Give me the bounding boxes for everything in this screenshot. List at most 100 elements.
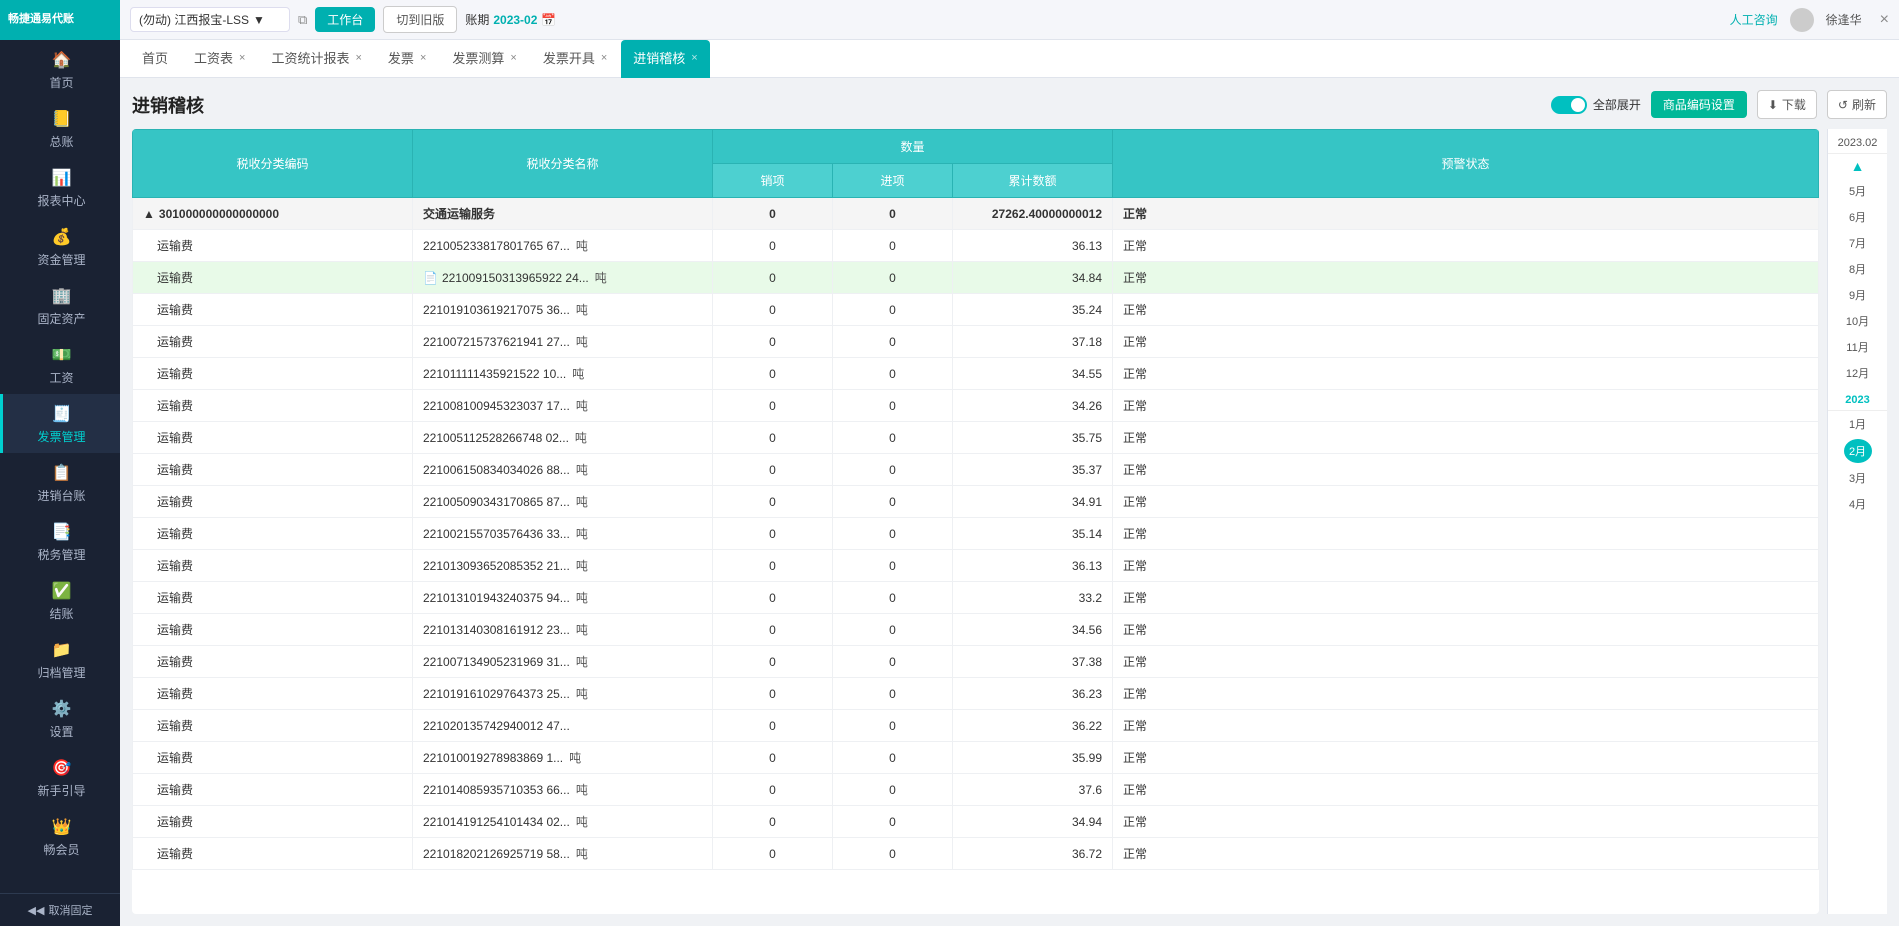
sidebar-label-archive: 归档管理 bbox=[37, 664, 85, 681]
cell-status: 正常 bbox=[1113, 582, 1819, 614]
expand-icon[interactable]: ▲ bbox=[143, 207, 155, 221]
cell-status: 正常 bbox=[1113, 614, 1819, 646]
sidebar-item-settings[interactable]: ⚙️设置 bbox=[0, 689, 120, 748]
cal-up-nav[interactable]: ▲ bbox=[1849, 154, 1867, 178]
cell-item-name: 运输费 bbox=[133, 614, 413, 646]
tab-label: 发票 bbox=[388, 48, 414, 67]
cal-month[interactable]: 7月 bbox=[1828, 230, 1887, 256]
sidebar-item-purchase[interactable]: 📋 进销台账 bbox=[0, 453, 120, 512]
tab-close-icon[interactable]: × bbox=[510, 52, 516, 64]
sidebar-label-invoice: 发票管理 bbox=[37, 428, 85, 445]
cal-month-3[interactable]: 3月 bbox=[1828, 465, 1887, 491]
sidebar-icon-capital: 💰 bbox=[52, 227, 72, 247]
cell-status: 正常 bbox=[1113, 358, 1819, 390]
table-row: 运输费 221020135742940012 47... 0 0 36.22 正… bbox=[133, 710, 1819, 742]
cell-invoice-no: 221013140308161912 23...吨 bbox=[413, 614, 713, 646]
cal-month[interactable]: 6月 bbox=[1828, 204, 1887, 230]
cal-month[interactable]: 8月 bbox=[1828, 256, 1887, 282]
sidebar: 畅捷通易代账 🏠首页📒总账📊报表中心💰资金管理🏢固定资产💵工资🧾发票管理📋进销台… bbox=[0, 0, 120, 926]
cell-invoice-no: 221002155703576436 33...吨 bbox=[413, 518, 713, 550]
sidebar-item-tax[interactable]: 📑税务管理 bbox=[0, 512, 120, 571]
cell-total-qty: 34.91 bbox=[953, 486, 1113, 518]
sidebar-item-capital[interactable]: 💰 资金管理 bbox=[0, 217, 120, 276]
topbar-close[interactable]: × bbox=[1880, 11, 1889, 29]
settings-button[interactable]: 商品编码设置 bbox=[1651, 91, 1747, 118]
file-icon: 📄 bbox=[423, 271, 438, 285]
sidebar-item-member[interactable]: 👑畅会员 bbox=[0, 807, 120, 866]
cell-status: 正常 bbox=[1113, 742, 1819, 774]
sidebar-icon-purchase: 📋 bbox=[52, 463, 72, 483]
sidebar-label-settle: 结账 bbox=[49, 605, 73, 622]
cell-invoice-no: 221014085935710353 66...吨 bbox=[413, 774, 713, 806]
cal-month[interactable]: 11月 bbox=[1828, 334, 1887, 360]
sidebar-label-capital: 资金管理 bbox=[37, 251, 85, 268]
tab-工资表[interactable]: 工资表× bbox=[182, 40, 257, 78]
cell-invoice-no: 221005090343170865 87...吨 bbox=[413, 486, 713, 518]
cal-month[interactable]: 12月 bbox=[1828, 360, 1887, 386]
download-button[interactable]: ⬇ 下载 bbox=[1757, 90, 1817, 119]
cell-sale-qty: 0 bbox=[713, 582, 833, 614]
sidebar-item-ledger[interactable]: 📒总账 bbox=[0, 99, 120, 158]
sidebar-item-report[interactable]: 📊报表中心 bbox=[0, 158, 120, 217]
tab-close-icon[interactable]: × bbox=[355, 52, 361, 64]
unpin-label: 取消固定 bbox=[48, 902, 92, 918]
cal-month-2[interactable]: 2月 bbox=[1844, 439, 1872, 463]
company-selector[interactable]: (勿动) 江西报宝-LSS ▼ bbox=[130, 7, 290, 32]
cell-total-qty: 37.6 bbox=[953, 774, 1113, 806]
copy-icon[interactable]: ⧉ bbox=[298, 12, 307, 28]
sidebar-icon-salary: 💵 bbox=[52, 345, 72, 365]
tab-工资统计报表[interactable]: 工资统计报表× bbox=[259, 40, 373, 78]
th-total-qty: 累计数额 bbox=[953, 164, 1113, 198]
tab-首页[interactable]: 首页 bbox=[130, 40, 180, 78]
tab-close-icon[interactable]: × bbox=[691, 52, 697, 64]
table-row: 运输费 221019103619217075 36...吨 0 0 35.24 … bbox=[133, 294, 1819, 326]
sidebar-item-invoice[interactable]: 🧾发票管理 bbox=[0, 394, 120, 453]
cell-total-qty: 37.18 bbox=[953, 326, 1113, 358]
table-row: 运输费 221005233817801765 67...吨 0 0 36.13 … bbox=[133, 230, 1819, 262]
tab-close-icon[interactable]: × bbox=[420, 52, 426, 64]
page-actions: 全部展开 商品编码设置 ⬇ 下载 ↺ 刷新 bbox=[1551, 90, 1887, 119]
cal-month-4[interactable]: 4月 bbox=[1828, 491, 1887, 517]
calendar-icon[interactable]: 📅 bbox=[541, 13, 556, 27]
cell-status: 正常 bbox=[1113, 678, 1819, 710]
switch-version-button[interactable]: 切到旧版 bbox=[383, 6, 457, 33]
user-name[interactable]: 徐逢华 bbox=[1826, 11, 1862, 28]
cell-total-qty: 35.14 bbox=[953, 518, 1113, 550]
cell-total-qty: 36.13 bbox=[953, 550, 1113, 582]
cell-sale-qty: 0 bbox=[713, 294, 833, 326]
cal-month[interactable]: 9月 bbox=[1828, 282, 1887, 308]
workbench-button[interactable]: 工作台 bbox=[315, 7, 375, 32]
toggle-wrap: 全部展开 bbox=[1551, 96, 1641, 114]
sidebar-item-salary[interactable]: 💵工资 bbox=[0, 335, 120, 394]
sidebar-item-archive[interactable]: 📁归档管理 bbox=[0, 630, 120, 689]
sidebar-item-assets[interactable]: 🏢固定资产 bbox=[0, 276, 120, 335]
tab-发票开具[interactable]: 发票开具× bbox=[531, 40, 619, 78]
tab-进销稽核[interactable]: 进销稽核× bbox=[621, 40, 709, 78]
cell-total-qty: 34.84 bbox=[953, 262, 1113, 294]
refresh-button[interactable]: ↺ 刷新 bbox=[1827, 90, 1887, 119]
tab-close-icon[interactable]: × bbox=[601, 52, 607, 64]
cell-total-qty: 35.37 bbox=[953, 454, 1113, 486]
support-label[interactable]: 人工咨询 bbox=[1730, 11, 1778, 28]
sidebar-item-settle[interactable]: ✅结账 bbox=[0, 571, 120, 630]
cell-item-name: 运输费 bbox=[133, 518, 413, 550]
sidebar-label-purchase: 进销台账 bbox=[37, 487, 85, 504]
cal-month[interactable]: 5月 bbox=[1828, 178, 1887, 204]
cell-tax-code: ▲301000000000000000 bbox=[133, 198, 413, 230]
sidebar-item-guide[interactable]: 🎯新手引导 bbox=[0, 748, 120, 807]
cell-item-name: 运输费 bbox=[133, 742, 413, 774]
table-row: 运输费 221019161029764373 25...吨 0 0 36.23 … bbox=[133, 678, 1819, 710]
cal-month[interactable]: 10月 bbox=[1828, 308, 1887, 334]
cell-status: 正常 bbox=[1113, 486, 1819, 518]
expand-toggle[interactable] bbox=[1551, 96, 1587, 114]
tab-发票[interactable]: 发票 × bbox=[376, 40, 438, 78]
cell-item-name: 运输费 bbox=[133, 582, 413, 614]
tab-发票测算[interactable]: 发票测算× bbox=[440, 40, 528, 78]
cal-month-1[interactable]: 1月 bbox=[1828, 411, 1887, 437]
tab-close-icon[interactable]: × bbox=[239, 52, 245, 64]
cell-invoice-no: 221018202126925719 58...吨 bbox=[413, 838, 713, 870]
sidebar-item-home[interactable]: 🏠首页 bbox=[0, 40, 120, 99]
unpin-button[interactable]: ◀◀ 取消固定 bbox=[0, 893, 120, 926]
sidebar-label-tax: 税务管理 bbox=[37, 546, 85, 563]
cell-tax-name: 交通运输服务 bbox=[413, 198, 713, 230]
